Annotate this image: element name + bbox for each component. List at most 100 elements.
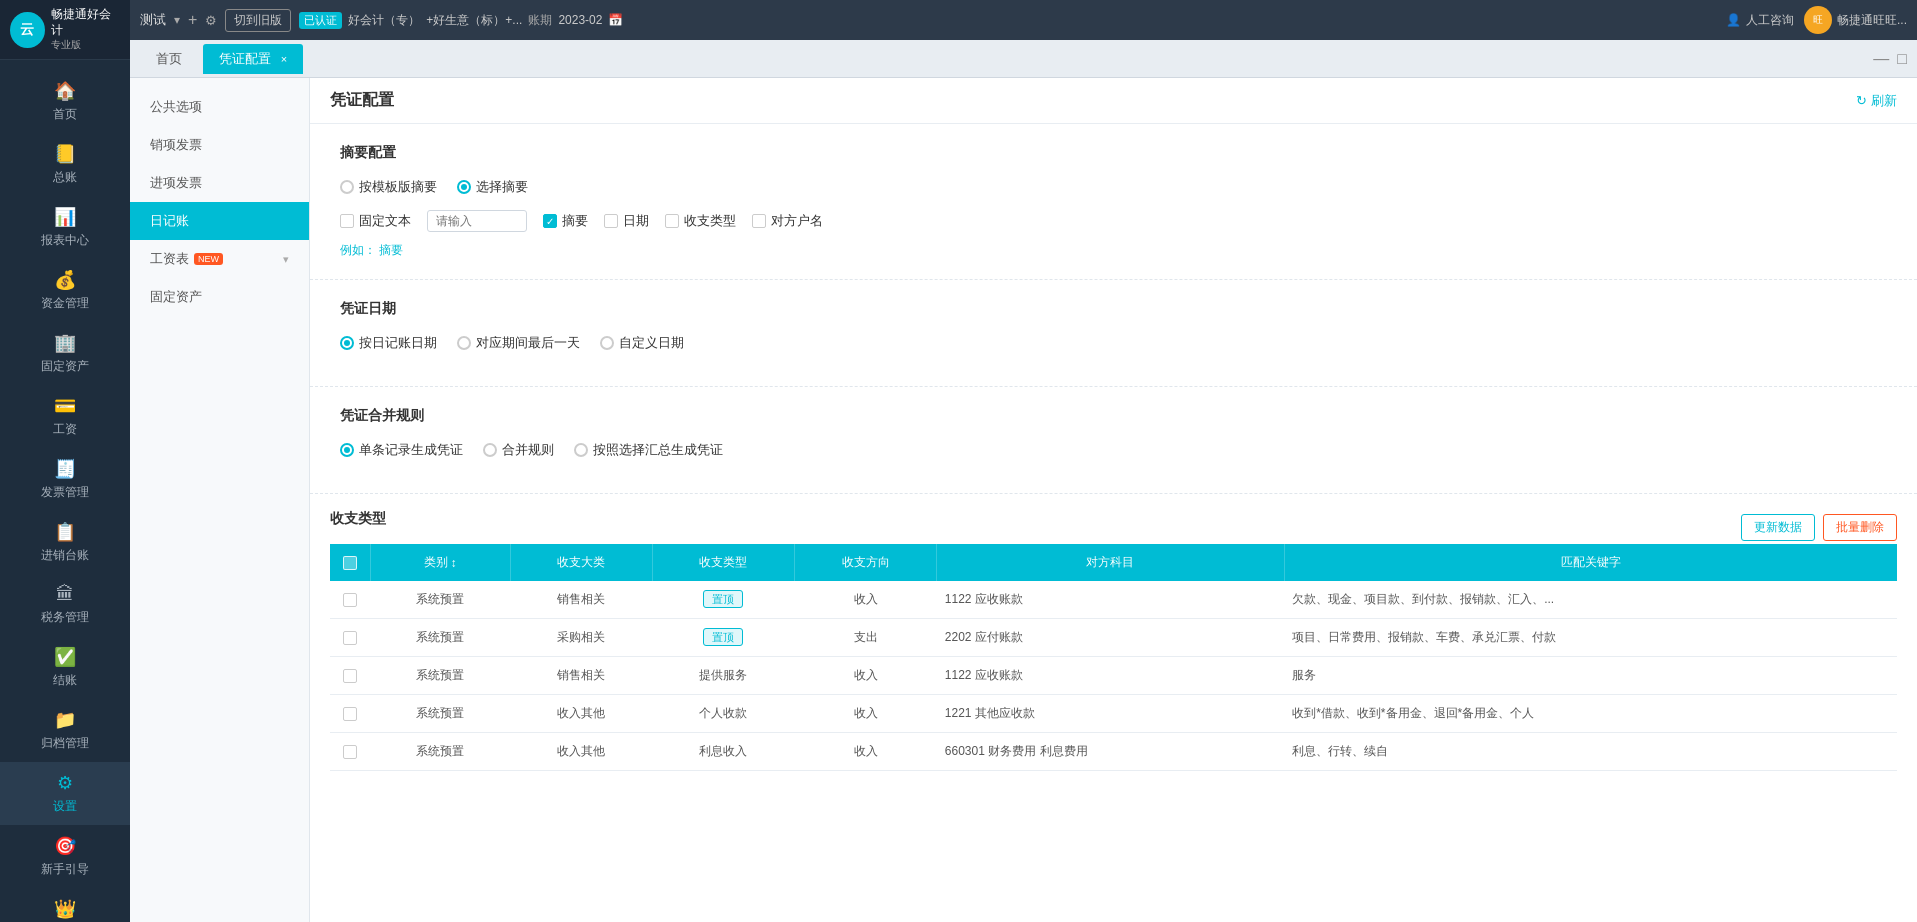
income-type-box <box>665 214 679 228</box>
left-panel-item-purchase_invoice[interactable]: 进项发票 <box>130 164 309 202</box>
topbar-user-info[interactable]: 旺 畅捷通旺旺... <box>1804 6 1907 34</box>
left-panel-item-public[interactable]: 公共选项 <box>130 88 309 126</box>
sidebar-item-settings[interactable]: ⚙ 设置 <box>0 762 130 825</box>
summary-radio-select[interactable]: 选择摘要 <box>457 178 528 196</box>
topbar-calendar-icon[interactable]: 📅 <box>608 13 623 27</box>
fixed-text-label: 固定文本 <box>359 212 411 230</box>
row-0-keywords: 欠款、现金、项目款、到付款、报销款、汇入、... <box>1284 581 1897 619</box>
row-1-keywords: 项目、日常费用、报销款、车费、承兑汇票、付款 <box>1284 619 1897 657</box>
person-icon: 👤 <box>1726 13 1741 27</box>
row-checkbox-4[interactable] <box>343 745 357 759</box>
batch-delete-button[interactable]: 批量删除 <box>1823 514 1897 541</box>
row-4-keywords: 利息、行转、续自 <box>1284 733 1897 771</box>
refresh-button[interactable]: ↻ 刷新 <box>1856 92 1897 110</box>
row-2-category: 系统预置 <box>370 657 510 695</box>
row-checkbox-1[interactable] <box>343 631 357 645</box>
sidebar-item-report[interactable]: 📊 报表中心 <box>0 196 130 259</box>
date-radio-custom[interactable]: 自定义日期 <box>600 334 684 352</box>
tab-voucher-config[interactable]: 凭证配置 × <box>203 44 303 74</box>
date-radio-period-last[interactable]: 对应期间最后一天 <box>457 334 580 352</box>
merge-radio-merge[interactable]: 合并规则 <box>483 441 554 459</box>
fixed-text-box <box>340 214 354 228</box>
example-prefix: 例如： <box>340 243 376 257</box>
left-panel-label-purchase_invoice: 进项发票 <box>150 174 202 192</box>
radio-single-label: 单条记录生成凭证 <box>359 441 463 459</box>
radio-single-dot <box>344 447 350 453</box>
sidebar-item-ledger[interactable]: 📒 总账 <box>0 133 130 196</box>
example-value: 摘要 <box>379 243 403 257</box>
sidebar-label-invoice: 发票管理 <box>41 484 89 501</box>
sidebar-item-asset[interactable]: 🏢 固定资产 <box>0 322 130 385</box>
merge-radio-select-total[interactable]: 按照选择汇总生成凭证 <box>574 441 723 459</box>
page-header: 凭证配置 ↻ 刷新 <box>310 78 1917 124</box>
sidebar-item-tax[interactable]: 🏛 税务管理 <box>0 574 130 636</box>
sidebar-label-tax: 税务管理 <box>41 609 89 626</box>
row-2-direction: 收入 <box>795 657 937 695</box>
left-panel-item-journal[interactable]: 日记账 <box>130 202 309 240</box>
tab-home[interactable]: 首页 <box>140 44 198 74</box>
topbar-gear-btn[interactable]: ⚙ <box>205 13 217 28</box>
update-data-button[interactable]: 更新数据 <box>1741 514 1815 541</box>
asset-icon: 🏢 <box>54 332 76 354</box>
topbar-dropdown-arrow[interactable]: ▾ <box>174 13 180 27</box>
counter-name-box <box>752 214 766 228</box>
merge-section: 凭证合并规则 单条记录生成凭证 合并规则 按照选择汇总生成凭证 <box>310 387 1917 494</box>
sidebar-item-settle[interactable]: ✅ 结账 <box>0 636 130 699</box>
merge-radio-single[interactable]: 单条记录生成凭证 <box>340 441 463 459</box>
summary-radio-template[interactable]: 按模板版摘要 <box>340 178 437 196</box>
table-row: 系统预置 销售相关 置顶 收入 1122 应收账款 欠款、现金、项目款、到付款、… <box>330 581 1897 619</box>
row-3-checkbox[interactable] <box>330 695 370 733</box>
sidebar-item-guide[interactable]: 🎯 新手引导 <box>0 825 130 888</box>
left-panel-label-fixed_asset: 固定资产 <box>150 288 202 306</box>
checkbox-income-type[interactable]: 收支类型 <box>665 212 736 230</box>
checkbox-fixed-text[interactable]: 固定文本 <box>340 212 411 230</box>
row-checkbox-3[interactable] <box>343 707 357 721</box>
sidebar-item-fund[interactable]: 💰 资金管理 <box>0 259 130 322</box>
fixed-text-input[interactable] <box>427 210 527 232</box>
row-2-checkbox[interactable] <box>330 657 370 695</box>
left-panel-item-payroll_table[interactable]: 工资表NEW▾ <box>130 240 309 278</box>
topbar-consult-btn[interactable]: 👤 人工咨询 <box>1726 12 1794 29</box>
sidebar-item-sales[interactable]: 📋 进销台账 <box>0 511 130 574</box>
row-checkbox-2[interactable] <box>343 669 357 683</box>
date-radio-journal[interactable]: 按日记账日期 <box>340 334 437 352</box>
row-4-big-category: 收入其他 <box>510 733 652 771</box>
row-1-big-category: 采购相关 <box>510 619 652 657</box>
topbar-version-button[interactable]: 切到旧版 <box>225 9 291 32</box>
date-label: 日期 <box>623 212 649 230</box>
row-1-checkbox[interactable] <box>330 619 370 657</box>
row-1-type-tag[interactable]: 置顶 <box>703 628 743 646</box>
th-category-sort[interactable]: 类别 ↕ <box>379 554 502 571</box>
tabbar-maximize-btn[interactable]: □ <box>1897 50 1907 68</box>
header-checkbox[interactable] <box>343 556 357 570</box>
th-checkbox[interactable] <box>330 544 370 581</box>
sidebar-item-salary[interactable]: 💳 工资 <box>0 385 130 448</box>
row-3-type: 个人收款 <box>652 695 794 733</box>
row-4-checkbox[interactable] <box>330 733 370 771</box>
tabbar-minimize-btn[interactable]: — <box>1873 50 1889 68</box>
row-3-counter-account: 1221 其他应收款 <box>937 695 1284 733</box>
sidebar-item-archive[interactable]: 📁 归档管理 <box>0 699 130 762</box>
sidebar-item-invoice[interactable]: 🧾 发票管理 <box>0 448 130 511</box>
topbar-add-btn[interactable]: + <box>188 11 197 29</box>
row-0-type-tag[interactable]: 置顶 <box>703 590 743 608</box>
merge-radio-group: 单条记录生成凭证 合并规则 按照选择汇总生成凭证 <box>340 441 1887 459</box>
left-panel-item-sales_invoice[interactable]: 销项发票 <box>130 126 309 164</box>
checkbox-date[interactable]: 日期 <box>604 212 649 230</box>
radio-select-total-circle <box>574 443 588 457</box>
row-checkbox-0[interactable] <box>343 593 357 607</box>
radio-period-last-label: 对应期间最后一天 <box>476 334 580 352</box>
row-2-big-category: 销售相关 <box>510 657 652 695</box>
tab-voucher-label: 凭证配置 <box>219 51 271 66</box>
left-panel-item-fixed_asset[interactable]: 固定资产 <box>130 278 309 316</box>
row-0-big-category: 销售相关 <box>510 581 652 619</box>
row-0-checkbox[interactable] <box>330 581 370 619</box>
sidebar-item-home[interactable]: 🏠 首页 <box>0 70 130 133</box>
tabbar-right: — □ <box>1873 50 1907 68</box>
checkbox-summary[interactable]: ✓ 摘要 <box>543 212 588 230</box>
th-type: 收支类型 <box>652 544 794 581</box>
checkbox-counter-name[interactable]: 对方户名 <box>752 212 823 230</box>
radio-select-circle <box>457 180 471 194</box>
tab-close-btn[interactable]: × <box>281 53 287 65</box>
sidebar-item-member[interactable]: 👑 畅会员 <box>0 888 130 922</box>
